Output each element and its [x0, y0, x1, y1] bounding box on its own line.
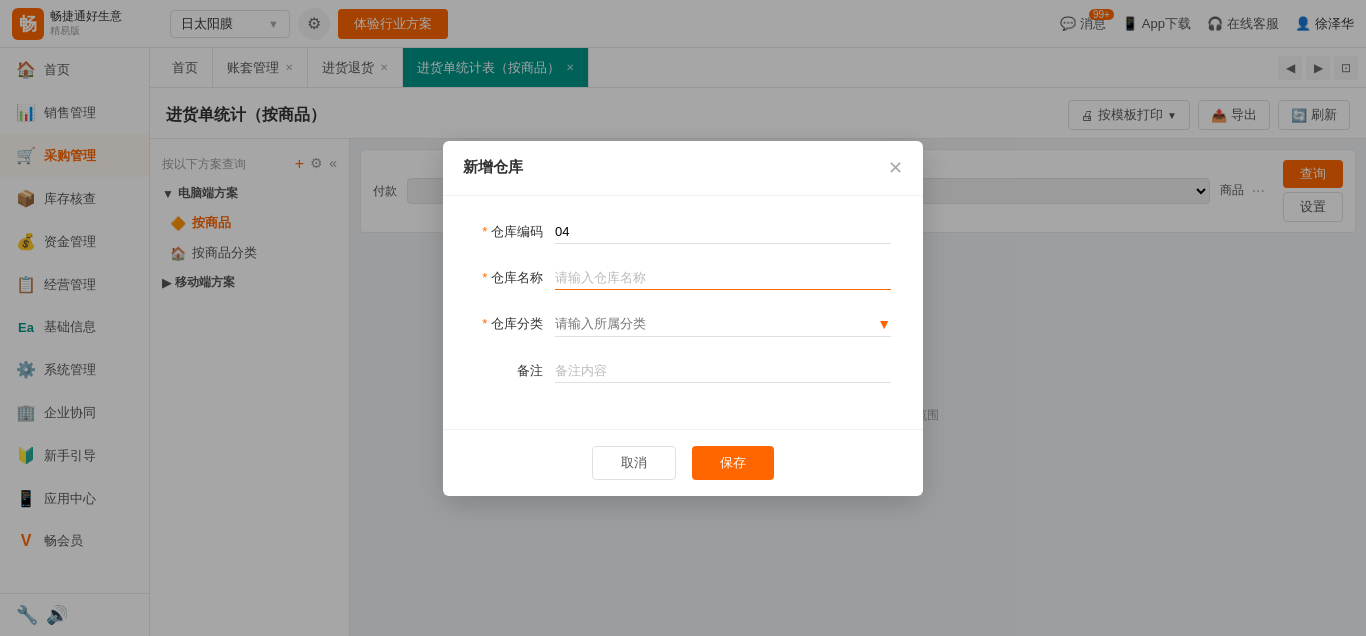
- modal-close-button[interactable]: ✕: [888, 157, 903, 179]
- code-input[interactable]: [555, 220, 891, 244]
- category-select-wrap: ▼: [555, 312, 891, 337]
- form-row-name: 仓库名称: [475, 266, 891, 290]
- modal-footer: 取消 保存: [443, 429, 923, 496]
- remark-input[interactable]: [555, 359, 891, 383]
- new-warehouse-modal: 新增仓库 ✕ 仓库编码 仓库名称 仓库分类 ▼: [443, 141, 923, 496]
- modal-header: 新增仓库 ✕: [443, 141, 923, 196]
- name-label: 仓库名称: [475, 269, 555, 287]
- code-label: 仓库编码: [475, 223, 555, 241]
- remark-label: 备注: [475, 362, 555, 380]
- modal-body: 仓库编码 仓库名称 仓库分类 ▼ 备注: [443, 196, 923, 429]
- category-label: 仓库分类: [475, 315, 555, 333]
- dropdown-arrow-icon: ▼: [877, 316, 891, 332]
- cancel-button[interactable]: 取消: [592, 446, 676, 480]
- category-input[interactable]: [555, 316, 877, 331]
- form-row-code: 仓库编码: [475, 220, 891, 244]
- name-input[interactable]: [555, 266, 891, 290]
- modal-title: 新增仓库: [463, 158, 523, 177]
- modal-overlay: 新增仓库 ✕ 仓库编码 仓库名称 仓库分类 ▼: [0, 0, 1366, 636]
- save-button[interactable]: 保存: [692, 446, 774, 480]
- form-row-category: 仓库分类 ▼: [475, 312, 891, 337]
- form-row-remark: 备注: [475, 359, 891, 383]
